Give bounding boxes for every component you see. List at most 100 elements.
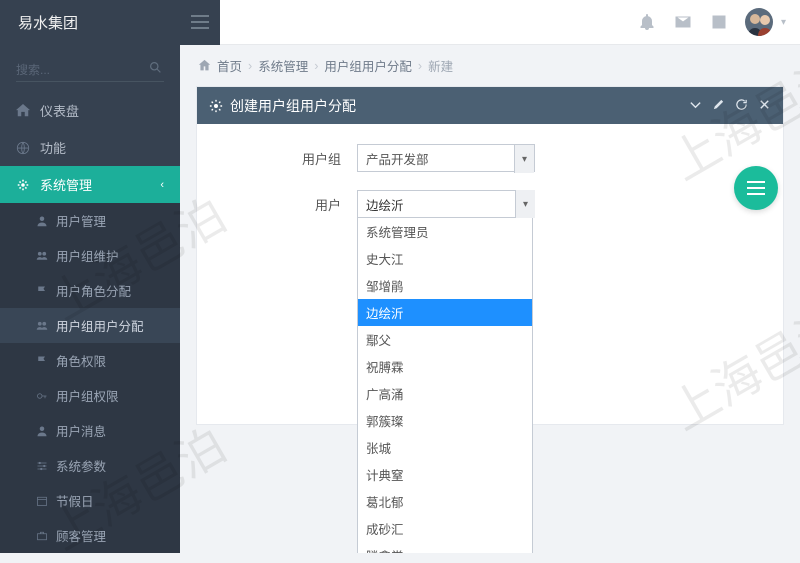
dropdown-option[interactable]: 邹增鹃 [358,272,532,299]
calendar-icon [36,495,48,507]
avatar[interactable] [745,8,773,36]
menu-toggle[interactable] [180,0,220,45]
sidebar-sub-user-role[interactable]: 用户角色分配 [0,273,180,308]
dropdown-option[interactable]: 计典窒 [358,461,532,488]
sidebar-item-label: 用户角色分配 [56,281,131,300]
flag-icon [36,355,48,367]
form-row-user: 用户 ▾ 系统管理员史大江邹增鹃边绘沂鄢父祝膊霖广高涌郭簇璨张城计典窒葛北郁成砂… [227,190,753,218]
sidebar-item-label: 用户组用户分配 [56,316,144,335]
close-button[interactable] [758,98,771,114]
fab-menu[interactable] [734,166,778,210]
chevron-down-icon [689,98,702,111]
sidebar-sub-usergroup-user[interactable]: 用户组用户分配 [0,308,180,343]
sidebar-item-label: 用户管理 [56,211,106,230]
chevron-down-icon: ▾ [514,145,534,173]
panel-tools [689,98,771,114]
search-input[interactable] [16,59,164,82]
inbox-button[interactable] [667,6,699,38]
panel-title: 创建用户组用户分配 [230,96,682,116]
breadcrumb-sep: › [248,59,252,73]
select-value: 产品开发部 [366,149,429,168]
topbar-right: ▾ [631,6,800,38]
label-usergroup: 用户组 [227,149,357,168]
topbar: 易水集团 ▾ [0,0,800,45]
sidebar-item-dashboard[interactable]: 仪表盘 [0,92,180,129]
notifications-button[interactable] [631,6,663,38]
dropdown-option[interactable]: 成砂汇 [358,515,532,542]
dropdown-option[interactable]: 边绘沂 [358,299,532,326]
flag-icon [36,285,48,297]
calendar-icon [711,14,727,30]
select-usergroup[interactable]: 产品开发部 ▾ [357,144,535,172]
hamburger-icon [747,181,765,195]
sidebar-item-label: 仪表盘 [40,101,79,120]
chevron-down-icon[interactable]: ▾ [781,17,786,28]
chevron-left-icon: ‹ [160,179,164,191]
sidebar-sub-role-perm[interactable]: 角色权限 [0,343,180,378]
dropdown-option[interactable]: 广高涌 [358,380,532,407]
dropdown-option[interactable]: 系统管理员 [358,218,532,245]
pencil-icon [712,98,725,111]
page: 首页 › 系统管理 › 用户组用户分配 › 新建 创建用户组用户分配 用户组 产… [180,45,800,553]
breadcrumb-sep: › [314,59,318,73]
panel-head: 创建用户组用户分配 [197,87,783,124]
dropdown-option[interactable]: 祝膊霖 [358,353,532,380]
sidebar-item-features[interactable]: 功能 [0,129,180,166]
sidebar-item-label: 系统管理 [40,175,92,194]
breadcrumb: 首页 › 系统管理 › 用户组用户分配 › 新建 [196,45,784,86]
sidebar-item-label: 节假日 [56,491,94,510]
dropdown-option[interactable]: 滕鑫棠 [358,542,532,553]
user-icon [36,215,48,227]
breadcrumb-module[interactable]: 用户组用户分配 [324,56,412,75]
hamburger-icon [191,15,209,29]
sidebar-item-label: 系统参数 [56,456,106,475]
sidebar-item-label: 功能 [40,138,66,157]
dropdown-option[interactable]: 葛北郁 [358,488,532,515]
users-icon [36,320,48,332]
sidebar-item-label: 顾客管理 [56,526,106,545]
dropdown-option[interactable]: 郭簇璨 [358,407,532,434]
sidebar-item-label: 用户组维护 [56,246,119,265]
home-icon [198,59,211,72]
label-user: 用户 [227,195,357,214]
breadcrumb-home[interactable]: 首页 [217,56,242,75]
globe-icon [16,141,30,155]
edit-button[interactable] [712,98,725,114]
sliders-icon [36,460,48,472]
sidebar-sub-holiday[interactable]: 节假日 [0,483,180,518]
users-icon [36,250,48,262]
sidebar-sub-sys-param[interactable]: 系统参数 [0,448,180,483]
dropdown-option[interactable]: 鄢父 [358,326,532,353]
sidebar-sub-user-mgmt[interactable]: 用户管理 [0,203,180,238]
sidebar: 仪表盘 功能 系统管理 ‹ 用户管理 用户组维护 用户角色分配 用户组用户分配 … [0,45,180,553]
search-icon[interactable] [149,61,162,77]
brand: 易水集团 [0,0,180,45]
sidebar-item-label: 角色权限 [56,351,106,370]
breadcrumb-current: 新建 [428,56,453,75]
chevron-down-icon[interactable]: ▾ [515,190,535,218]
dropdown-option[interactable]: 张城 [358,434,532,461]
briefcase-icon [36,530,48,542]
user-icon [36,425,48,437]
envelope-icon [675,14,691,30]
bell-icon [639,14,655,30]
breadcrumb-system[interactable]: 系统管理 [258,56,308,75]
sidebar-sub-group-perm[interactable]: 用户组权限 [0,378,180,413]
sidebar-sub-user-msg[interactable]: 用户消息 [0,413,180,448]
form-row-group: 用户组 产品开发部 ▾ [227,144,753,172]
sidebar-sub-customer[interactable]: 顾客管理 [0,518,180,553]
key-icon [36,390,48,402]
panel-body: 用户组 产品开发部 ▾ 用户 ▾ 系统管理员史大江邹增鹃边绘沂鄢父祝膊霖广高涌郭… [197,124,783,424]
sidebar-item-label: 用户消息 [56,421,106,440]
collapse-button[interactable] [689,98,702,114]
sidebar-item-system[interactable]: 系统管理 ‹ [0,166,180,203]
input-user[interactable] [357,190,535,218]
user-dropdown[interactable]: 系统管理员史大江邹增鹃边绘沂鄢父祝膊霖广高涌郭簇璨张城计典窒葛北郁成砂汇滕鑫棠臣… [357,218,533,553]
dropdown-option[interactable]: 史大江 [358,245,532,272]
sidebar-sub-usergroup[interactable]: 用户组维护 [0,238,180,273]
search-box [0,45,180,92]
calendar-button[interactable] [703,6,735,38]
gear-icon [209,99,223,113]
breadcrumb-sep: › [418,59,422,73]
refresh-button[interactable] [735,98,748,114]
